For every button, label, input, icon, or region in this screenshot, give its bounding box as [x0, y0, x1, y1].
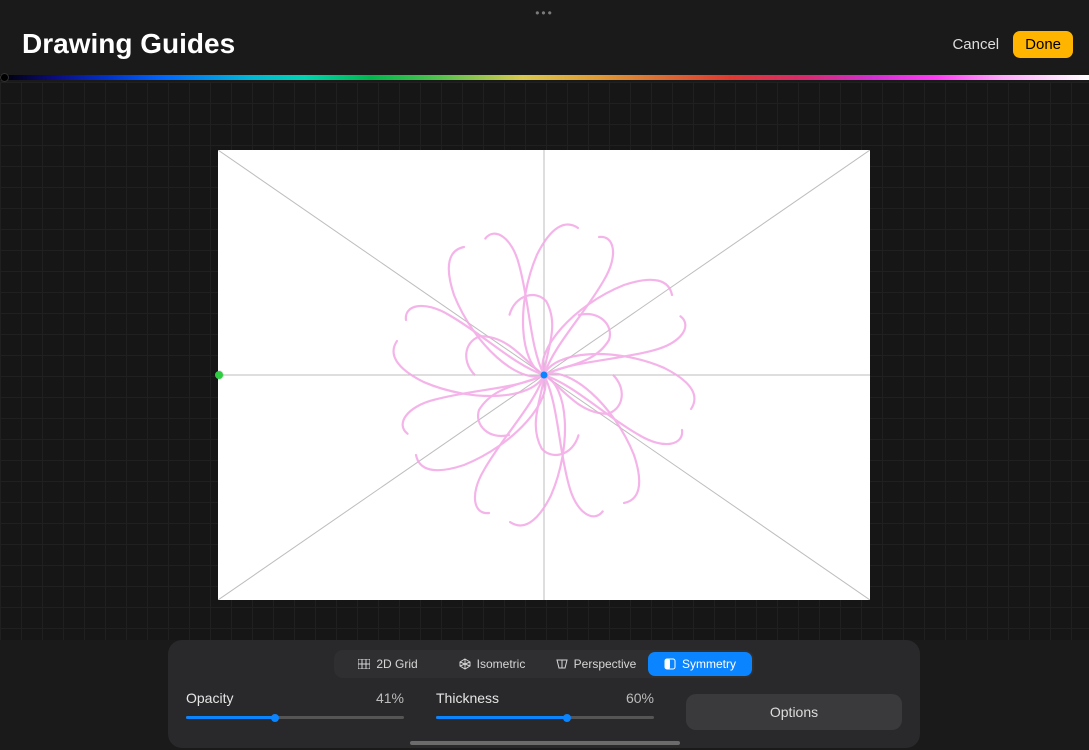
thickness-value: 60% [626, 690, 654, 706]
mode-label: Perspective [574, 657, 637, 671]
guide-mode-segmented[interactable]: 2D Grid Isometric Perspective Symmetry [334, 650, 754, 678]
opacity-label: Opacity [186, 690, 233, 706]
footer-panel: 2D Grid Isometric Perspective Symmetry O… [168, 640, 920, 748]
mode-2d-grid[interactable]: 2D Grid [336, 652, 440, 676]
options-button[interactable]: Options [686, 694, 902, 730]
mode-symmetry[interactable]: Symmetry [648, 652, 752, 676]
thickness-slider[interactable] [436, 716, 654, 719]
mode-label: Isometric [477, 657, 526, 671]
page-title: Drawing Guides [22, 28, 235, 60]
perspective-icon [556, 658, 568, 670]
thickness-slider-thumb[interactable] [563, 714, 571, 722]
mode-label: Symmetry [682, 657, 736, 671]
mode-label: 2D Grid [376, 657, 417, 671]
canvas-drawing [218, 150, 870, 600]
home-indicator[interactable] [410, 741, 680, 745]
isometric-icon [459, 658, 471, 670]
opacity-slider-block: Opacity 41% [186, 690, 404, 719]
color-spectrum-thumb[interactable] [0, 73, 9, 82]
done-button[interactable]: Done [1013, 31, 1073, 58]
symmetry-icon [664, 658, 676, 670]
mode-isometric[interactable]: Isometric [440, 652, 544, 676]
opacity-slider-thumb[interactable] [271, 714, 279, 722]
grid-icon [358, 659, 370, 669]
cancel-button[interactable]: Cancel [952, 36, 999, 53]
opacity-value: 41% [376, 690, 404, 706]
thickness-label: Thickness [436, 690, 499, 706]
canvas[interactable] [218, 150, 870, 600]
thickness-slider-block: Thickness 60% [436, 690, 654, 719]
opacity-slider[interactable] [186, 716, 404, 719]
mode-perspective[interactable]: Perspective [544, 652, 648, 676]
more-icon[interactable]: ••• [535, 6, 554, 20]
color-spectrum-slider[interactable] [0, 75, 1089, 80]
center-node[interactable] [541, 372, 548, 379]
edge-node[interactable] [215, 371, 223, 379]
